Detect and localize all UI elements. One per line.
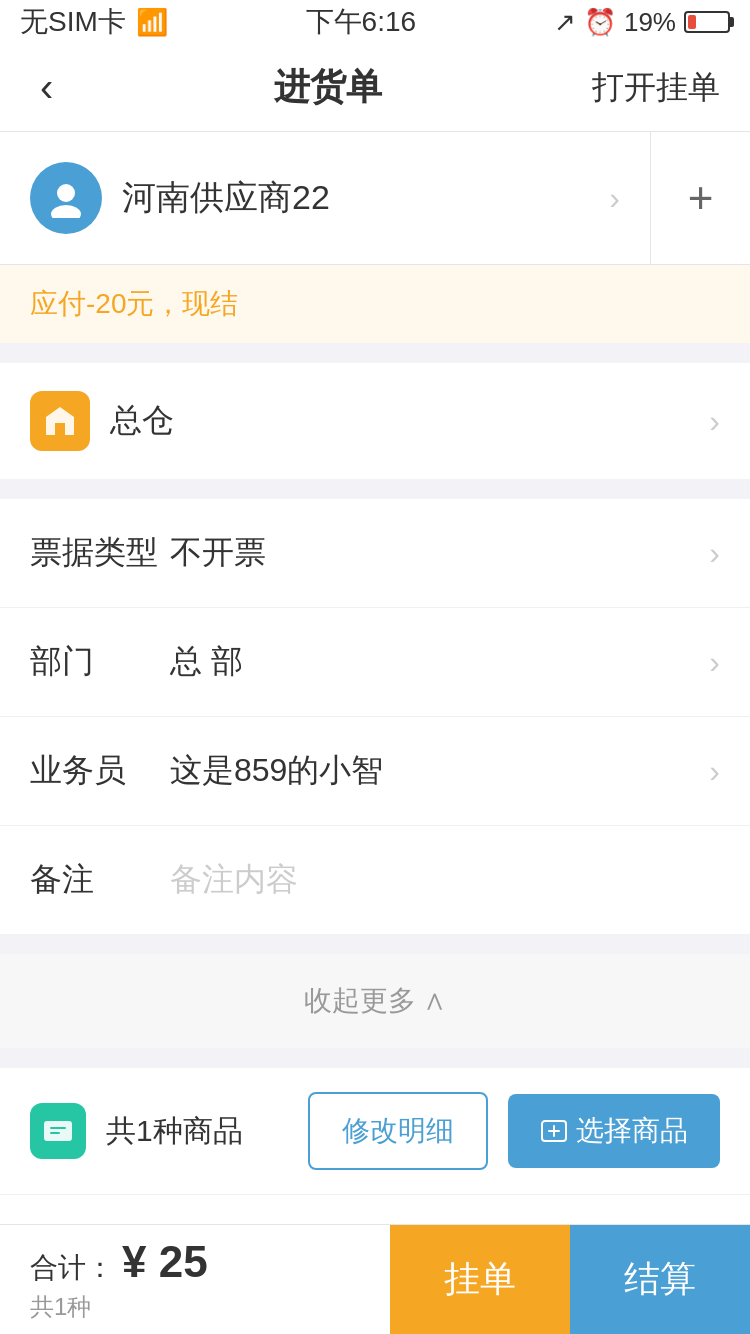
select-product-label: 选择商品 (576, 1112, 688, 1150)
supplier-name: 河南供应商22 (122, 175, 589, 221)
department-row[interactable]: 部门 总 部 › (0, 608, 750, 717)
checkout-button[interactable]: 结算 (570, 1225, 750, 1334)
invoice-type-chevron-icon: › (709, 535, 720, 572)
supplier-chevron-icon: › (609, 180, 620, 217)
form-section: 票据类型 不开票 › 部门 总 部 › 业务员 这是859的小智 › 备注 备注… (0, 499, 750, 934)
supplier-avatar (30, 162, 102, 234)
invoice-type-label: 票据类型 (30, 531, 170, 575)
warehouse-chevron-icon: › (709, 403, 720, 440)
battery-icon (684, 11, 730, 33)
carrier-text: 无SIM卡 (20, 3, 126, 41)
svg-point-1 (51, 205, 81, 218)
wifi-icon: 📶 (136, 7, 168, 38)
svg-rect-5 (50, 1132, 60, 1134)
svg-rect-4 (50, 1127, 66, 1129)
status-bar: 无SIM卡 📶 下午6:16 ↗ ⏰ 19% (0, 0, 750, 44)
select-product-button[interactable]: 选择商品 (508, 1094, 720, 1168)
svg-rect-2 (55, 423, 65, 435)
open-hang-button[interactable]: 打开挂单 (592, 66, 720, 110)
supplier-add-button[interactable]: + (650, 132, 750, 264)
status-left: 无SIM卡 📶 (20, 3, 168, 41)
product-header: 共1种商品 修改明细 选择商品 (0, 1068, 750, 1195)
footer-total-row: 合计： ¥ 25 (30, 1237, 360, 1287)
invoice-type-value: 不开票 (170, 531, 709, 575)
salesperson-chevron-icon: › (709, 753, 720, 790)
department-value: 总 部 (170, 640, 709, 684)
footer-total-label: 合计： (30, 1249, 114, 1287)
svg-rect-3 (44, 1121, 72, 1141)
salesperson-label: 业务员 (30, 749, 170, 793)
page-title: 进货单 (274, 63, 382, 112)
product-count-icon (30, 1103, 86, 1159)
invoice-type-row[interactable]: 票据类型 不开票 › (0, 499, 750, 608)
supplier-row[interactable]: 河南供应商22 › (0, 132, 650, 264)
alarm-icon: ⏰ (584, 7, 616, 38)
svg-point-0 (57, 184, 75, 202)
department-chevron-icon: › (709, 644, 720, 681)
product-count-text: 共1种商品 (106, 1111, 288, 1152)
collapse-toggle[interactable]: 收起更多 ∧ (0, 954, 750, 1048)
hang-order-button[interactable]: 挂单 (390, 1225, 570, 1334)
supplier-section: 河南供应商22 › + 应付-20元，现结 (0, 132, 750, 343)
time-text: 下午6:16 (306, 3, 417, 41)
edit-detail-button[interactable]: 修改明细 (308, 1092, 488, 1170)
hang-order-label: 挂单 (444, 1255, 516, 1304)
remark-label: 备注 (30, 858, 170, 902)
footer-total-count: 共1种 (30, 1291, 360, 1323)
status-right: ↗ ⏰ 19% (554, 7, 730, 38)
remark-input[interactable]: 备注内容 (170, 858, 720, 902)
footer-total-amount: ¥ 25 (122, 1237, 208, 1287)
warehouse-icon-wrap (30, 391, 90, 451)
salesperson-value: 这是859的小智 (170, 749, 709, 793)
footer: 合计： ¥ 25 共1种 挂单 结算 (0, 1224, 750, 1334)
battery-text: 19% (624, 7, 676, 38)
department-label: 部门 (30, 640, 170, 684)
nav-bar: ‹ 进货单 打开挂单 (0, 44, 750, 132)
checkout-label: 结算 (624, 1255, 696, 1304)
warehouse-row[interactable]: 总仓 › (0, 363, 750, 479)
footer-total: 合计： ¥ 25 共1种 (0, 1225, 390, 1334)
remark-row[interactable]: 备注 备注内容 (0, 826, 750, 934)
back-button[interactable]: ‹ (30, 55, 63, 120)
notice-bar: 应付-20元，现结 (0, 265, 750, 343)
warehouse-label: 总仓 (110, 399, 689, 443)
location-icon: ↗ (554, 7, 576, 38)
salesperson-row[interactable]: 业务员 这是859的小智 › (0, 717, 750, 826)
